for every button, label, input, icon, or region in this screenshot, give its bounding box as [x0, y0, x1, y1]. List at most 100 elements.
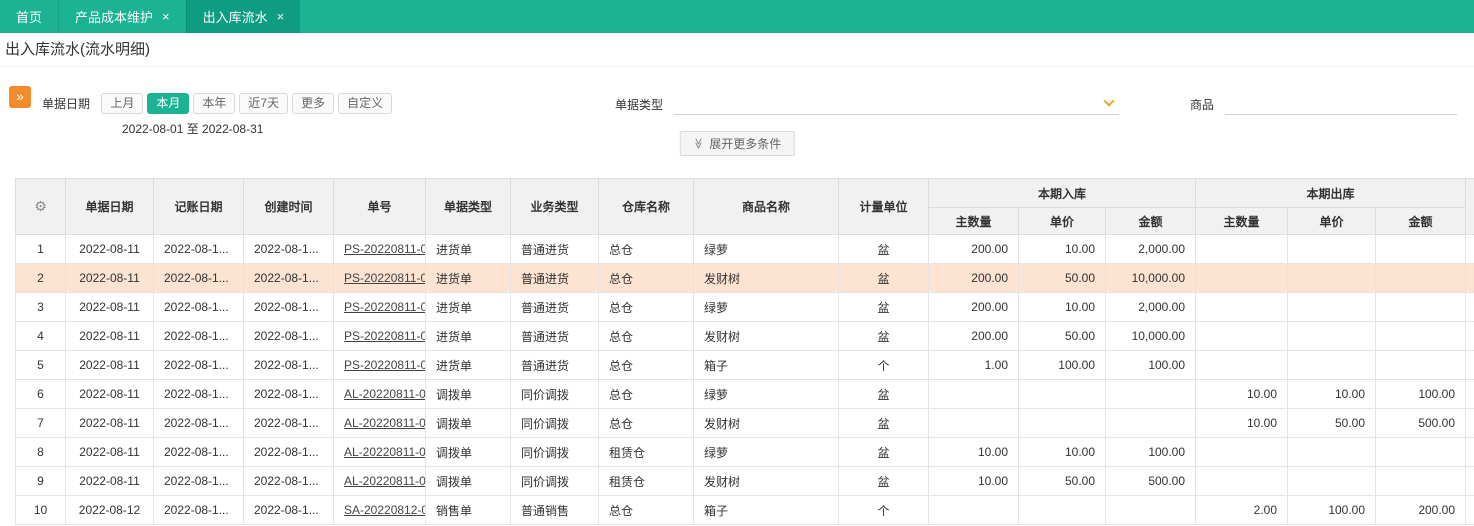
cell-sliver	[1465, 495, 1474, 525]
pill-custom[interactable]: 自定义	[338, 93, 393, 114]
close-icon[interactable]: ×	[162, 10, 170, 23]
cell-in-price	[1018, 408, 1106, 438]
cell-biz-type: 普通进货	[510, 234, 599, 264]
cell-unit: 盆	[838, 321, 929, 351]
doc-no-link[interactable]: AL-20220811-0	[344, 474, 425, 488]
cell-account-date: 2022-08-1...	[153, 263, 244, 293]
cell-sliver	[1465, 321, 1474, 351]
cell-account-date: 2022-08-1...	[153, 408, 244, 438]
tab-home[interactable]: 首页	[0, 0, 58, 33]
doc-no-link[interactable]: AL-20220811-0	[344, 387, 425, 401]
expand-more-conditions-button[interactable]: ≫ 展开更多条件	[679, 131, 795, 156]
cell-in-amount: 10,000.00	[1104, 321, 1197, 351]
cell-in-qty: 200.00	[928, 292, 1019, 322]
cell-unit: 盆	[838, 263, 929, 293]
cell-product: 绿萝	[693, 292, 839, 322]
table-row[interactable]: 4 2022-08-11 2022-08-1... 2022-08-1... PS-20…	[15, 321, 1474, 351]
doc-type-select[interactable]	[674, 93, 1120, 115]
gear-icon[interactable]: ⚙	[34, 198, 47, 214]
cell-doc-type: 调拨单	[425, 408, 511, 438]
table-row[interactable]: 8 2022-08-11 2022-08-1... 2022-08-1... AL-20…	[15, 437, 1474, 467]
cell-doc-type: 调拨单	[425, 466, 511, 496]
cell-out-amount	[1375, 292, 1467, 322]
cell-date: 2022-08-11	[65, 408, 154, 438]
cell-product: 绿萝	[693, 234, 839, 264]
cell-out-price	[1287, 234, 1377, 264]
doc-no-link[interactable]: PS-20220811-0	[344, 271, 425, 285]
column-settings-header: ⚙	[15, 178, 66, 235]
cell-doc-no: AL-20220811-0	[333, 408, 426, 438]
cell-date: 2022-08-11	[65, 292, 154, 322]
cell-out-qty: 10.00	[1195, 379, 1289, 409]
cell-doc-no: AL-20220811-0	[333, 437, 426, 467]
cell-unit: 盆	[838, 379, 929, 409]
pill-this-year[interactable]: 本年	[193, 93, 236, 114]
doc-no-link[interactable]: AL-20220811-0	[344, 445, 425, 459]
cell-product: 发财树	[693, 263, 839, 293]
table-row[interactable]: 6 2022-08-11 2022-08-1... 2022-08-1... AL-20…	[15, 379, 1474, 409]
chevron-down-icon[interactable]	[1103, 95, 1116, 107]
table-row[interactable]: 9 2022-08-11 2022-08-1... 2022-08-1... AL-20…	[15, 466, 1474, 496]
expand-panel-button[interactable]: »	[9, 86, 31, 108]
table-row[interactable]: 5 2022-08-11 2022-08-1... 2022-08-1... PS-20…	[15, 350, 1474, 380]
pill-more[interactable]: 更多	[292, 93, 335, 114]
table-header: ⚙ 单据日期 记账日期 创建时间 单号 单据类型 业务类型 仓库名称 商品名称 …	[15, 178, 1474, 235]
cell-in-qty: 10.00	[928, 437, 1019, 467]
cell-warehouse: 总仓	[598, 379, 694, 409]
close-icon[interactable]: ×	[277, 10, 285, 23]
pill-this-month[interactable]: 本月	[147, 93, 190, 114]
cell-in-price: 50.00	[1018, 263, 1106, 293]
cell-sliver	[1465, 263, 1474, 293]
header-in-amount: 金额	[1104, 207, 1197, 235]
cell-out-qty	[1195, 321, 1289, 351]
cell-in-amount: 2,000.00	[1104, 234, 1197, 264]
cell-in-amount	[1104, 408, 1197, 438]
table-row[interactable]: 3 2022-08-11 2022-08-1... 2022-08-1... PS-20…	[15, 292, 1474, 322]
cell-account-date: 2022-08-1...	[153, 495, 244, 525]
doc-no-link[interactable]: PS-20220811-0	[344, 358, 425, 372]
flow-table: ⚙ 单据日期 记账日期 创建时间 单号 单据类型 业务类型 仓库名称 商品名称 …	[15, 178, 1474, 525]
cell-out-price	[1287, 466, 1377, 496]
product-input[interactable]	[1225, 93, 1458, 115]
table-row[interactable]: 10 2022-08-12 2022-08-1... 2022-08-1... SA-2…	[15, 495, 1474, 525]
table-row[interactable]: 1 2022-08-11 2022-08-1... 2022-08-1... PS-20…	[15, 234, 1474, 264]
cell-in-price: 10.00	[1018, 292, 1106, 322]
cell-out-price: 100.00	[1287, 495, 1377, 525]
pill-last-7-days[interactable]: 近7天	[239, 93, 289, 114]
tab-inout-flow[interactable]: 出入库流水 ×	[185, 0, 301, 33]
cell-date: 2022-08-11	[65, 263, 154, 293]
table-row[interactable]: 2 2022-08-11 2022-08-1... 2022-08-1... PS-20…	[15, 263, 1474, 293]
doc-no-link[interactable]: PS-20220811-0	[344, 242, 425, 256]
cell-in-qty	[928, 408, 1019, 438]
cell-row-index: 7	[15, 408, 66, 438]
cell-warehouse: 总仓	[598, 234, 694, 264]
cell-out-price: 50.00	[1287, 408, 1377, 438]
cell-in-qty: 200.00	[928, 234, 1019, 264]
date-range-text: 2022-08-01 至 2022-08-31	[122, 122, 264, 136]
cell-product: 发财树	[693, 321, 839, 351]
cell-unit: 盆	[838, 234, 929, 264]
cell-sliver	[1465, 379, 1474, 409]
cell-in-price: 10.00	[1018, 234, 1106, 264]
cell-in-amount: 100.00	[1104, 350, 1197, 380]
cell-in-amount: 2,000.00	[1104, 292, 1197, 322]
tab-product-cost[interactable]: 产品成本维护 ×	[58, 0, 186, 33]
table-row[interactable]: 7 2022-08-11 2022-08-1... 2022-08-1... AL-20…	[15, 408, 1474, 438]
cell-in-amount: 10,000.00	[1104, 263, 1197, 293]
cell-in-price	[1018, 495, 1106, 525]
header-create-time: 创建时间	[243, 178, 334, 235]
cell-row-index: 5	[15, 350, 66, 380]
date-pill-group: 上月 本月 本年 近7天 更多 自定义	[101, 93, 393, 114]
cell-warehouse: 总仓	[598, 495, 694, 525]
doc-no-link[interactable]: AL-20220811-0	[344, 416, 425, 430]
pill-last-month[interactable]: 上月	[101, 93, 144, 114]
header-biz-type: 业务类型	[510, 178, 599, 235]
date-filter-label: 单据日期	[42, 97, 91, 111]
doc-no-link[interactable]: PS-20220811-0	[344, 329, 425, 343]
cell-warehouse: 租赁仓	[598, 437, 694, 467]
doc-no-link[interactable]: PS-20220811-0	[344, 300, 425, 314]
cell-sliver	[1465, 408, 1474, 438]
header-doc-no: 单号	[333, 178, 426, 235]
cell-doc-type: 进货单	[425, 292, 511, 322]
doc-no-link[interactable]: SA-20220812-0	[344, 503, 425, 517]
